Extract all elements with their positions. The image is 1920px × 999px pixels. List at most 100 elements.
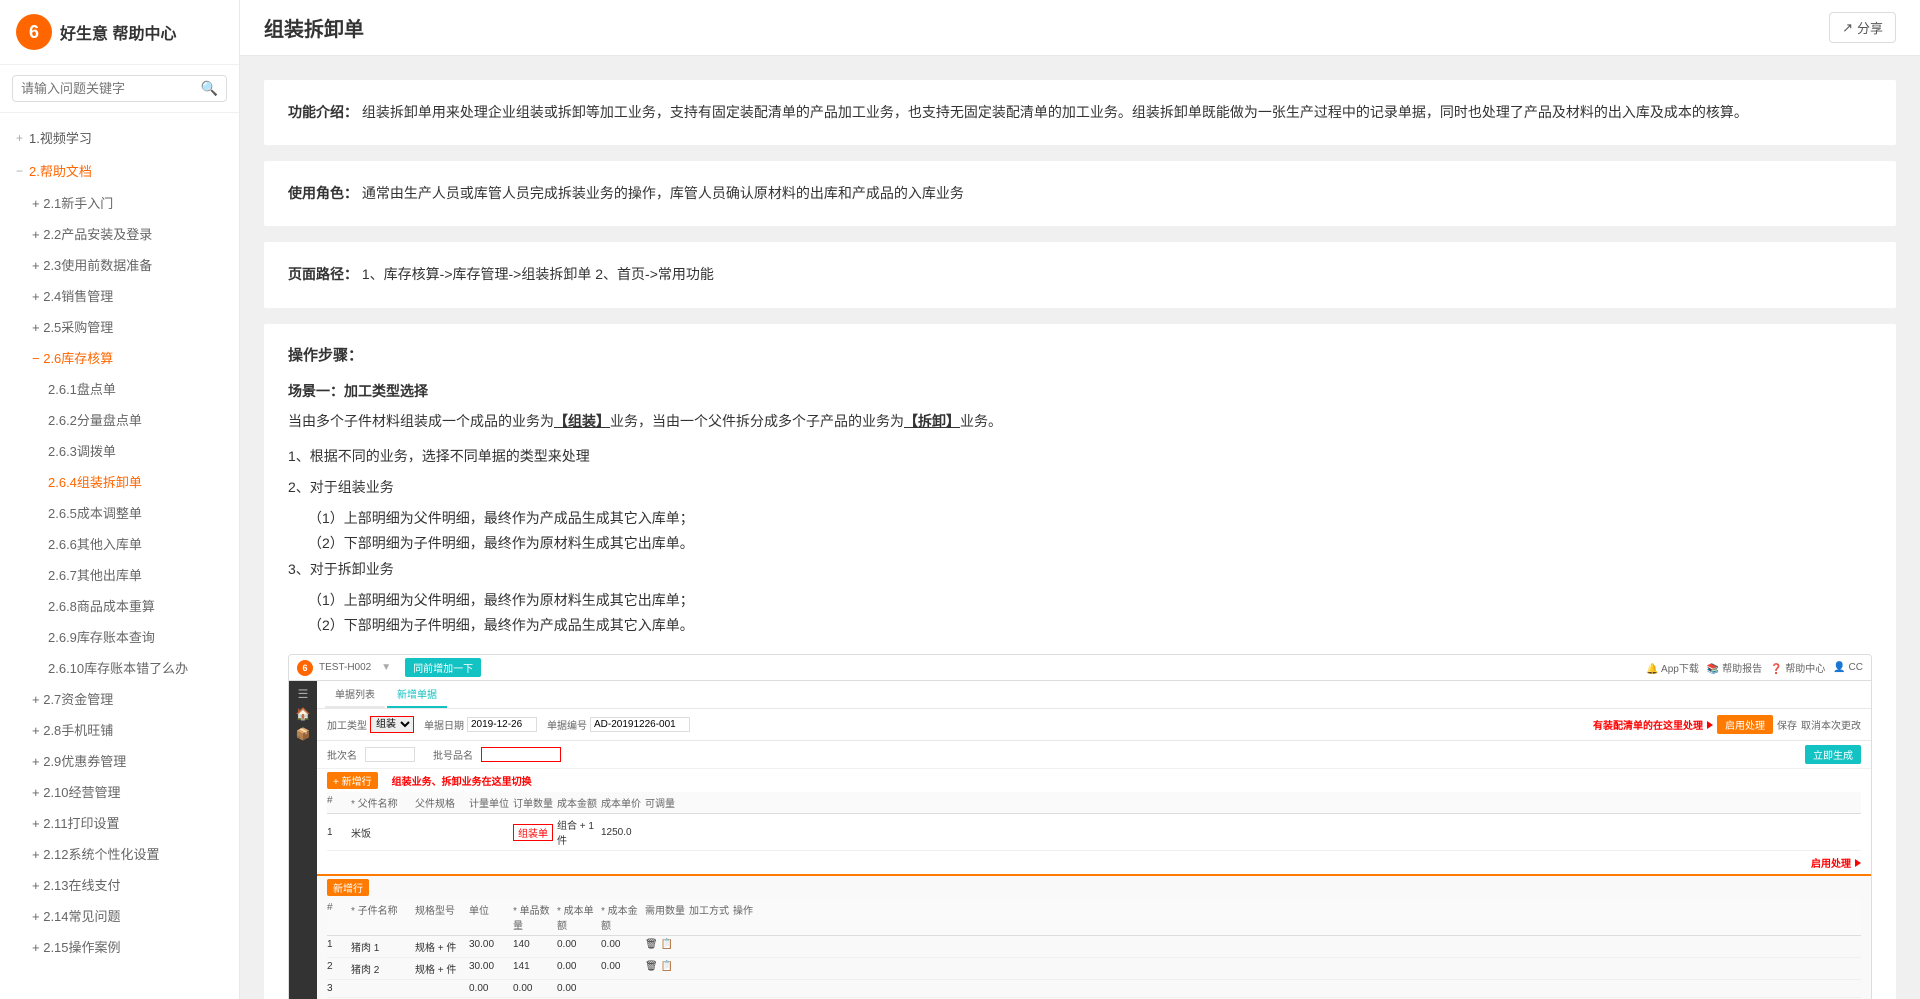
sidebar-item-partial[interactable]: 2.6.2分量盘点单 — [0, 404, 239, 435]
mock-col-name: * 父件名称 — [351, 795, 411, 810]
path-text: 1、库存核算->库存管理->组装拆卸单 2、首页->常用功能 — [362, 266, 714, 282]
sidebar-item-adjust[interactable]: 2.6.3调拨单 — [0, 435, 239, 466]
step-list: 1、根据不同的业务，选择不同单据的类型来处理 2、对于组装业务 （1）上部明细为… — [288, 444, 1872, 638]
mock-lrow1-cost: 0.00 — [601, 939, 641, 954]
sidebar-item-stocktake[interactable]: 2.6.1盘点单 — [0, 373, 239, 404]
step1: 1、根据不同的业务，选择不同单据的类型来处理 — [288, 444, 1872, 469]
mock-save-btn[interactable]: 保存 — [1777, 717, 1797, 732]
main-content: 组装拆卸单 ↗ 分享 功能介绍： 组装拆卸单用来处理企业组装或拆卸等加工业务，支… — [240, 0, 1920, 999]
annotation-assembly-label: 有装配清单的在这里处理 — [1593, 717, 1703, 732]
mock-tab-new[interactable]: 新增单据 — [387, 681, 447, 708]
step2-sub1: （1）上部明细为父件明细，最终作为产成品生成其它入库单； — [308, 506, 1872, 531]
sidebar-item-purchase[interactable]: + 2.5采购管理 — [0, 311, 239, 342]
func-intro-text: 组装拆卸单用来处理企业组装或拆卸等加工业务，支持有固定装配清单的产品加工业务，也… — [362, 104, 1748, 120]
mock-annotation-right: 有装配清单的在这里处理 启用处理 保存 取消本次更改 — [1593, 715, 1861, 734]
mock-add-row-btn[interactable]: + 新增行 — [327, 772, 378, 789]
sidebar-item-wrongacc[interactable]: 2.6.10库存账本错了么办 — [0, 652, 239, 683]
sidebar-item-cases[interactable]: + 2.15操作案例 — [0, 931, 239, 962]
mock-worker-input[interactable] — [481, 747, 561, 762]
mock-lcol-spec: 规格型号 — [415, 902, 465, 932]
sidebar-item-install[interactable]: + 2.2产品安装及登录 — [0, 218, 239, 249]
mock-body: ☰ 🏠 📦 单据列表 新增单据 — [289, 681, 1871, 999]
sidebar-item-video[interactable]: + 1.视频学习 — [0, 121, 239, 154]
mock-new-btn[interactable]: 同前增加一下 — [405, 658, 481, 677]
sidebar-item-payment[interactable]: + 2.13在线支付 — [0, 869, 239, 900]
sidebar-item-sales[interactable]: + 2.4销售管理 — [0, 280, 239, 311]
mock-lcol-diff: 加工方式 — [689, 902, 729, 932]
mock-lrow1-actual: 0.00 — [557, 939, 597, 954]
mock-id-label: 单据编号 — [547, 717, 587, 732]
sidebar-item-newcomer[interactable]: + 2.1新手入门 — [0, 187, 239, 218]
mock-lower-table-header: # * 子件名称 规格型号 单位 * 单品数量 * 成本单额 * 成本金额 需用… — [327, 899, 1861, 936]
sidebar-item-assembly[interactable]: 2.6.4组装拆卸单 — [0, 466, 239, 497]
sidebar-item-print[interactable]: + 2.11打印设置 — [0, 807, 239, 838]
sidebar-item-finance[interactable]: + 2.7资金管理 — [0, 683, 239, 714]
mock-lrow2-qty: 141 — [513, 961, 553, 976]
mock-process-btn[interactable]: 启用处理 — [1717, 715, 1773, 734]
share-button[interactable]: ↗ 分享 — [1829, 12, 1896, 43]
step3: 3、对于拆卸业务 — [288, 557, 1872, 582]
search-icon[interactable]: 🔍 — [201, 80, 218, 97]
mock-lcol-actual: * 成本单额 — [557, 902, 597, 932]
step3-sub1: （1）上部明细为父件明细，最终作为原材料生成其它出库单； — [308, 588, 1872, 613]
mock-lrow1-no: 1 — [327, 939, 347, 954]
mock-lrow2-cost: 0.00 — [601, 961, 641, 976]
sidebar-item-mobile[interactable]: + 2.8手机旺铺 — [0, 714, 239, 745]
mock-qty-label: 批次名 — [327, 747, 357, 762]
search-area: 🔍 — [0, 65, 239, 113]
mock-lrow3-spec — [415, 983, 465, 994]
mock-lrow-1: 1 猪肉 1 规格 + 件 30.00 140 0.00 0.00 🗑 📋 — [327, 936, 1861, 958]
mock-add-row-btn2[interactable]: 新增行 — [327, 879, 369, 896]
mock-id-input[interactable] — [590, 717, 690, 732]
sidebar-item-coupon[interactable]: + 2.9优惠券管理 — [0, 745, 239, 776]
sidebar-item-data[interactable]: + 2.3使用前数据准备 — [0, 249, 239, 280]
mock-qty-input[interactable] — [365, 747, 415, 762]
sidebar-item-faq[interactable]: + 2.14常见问题 — [0, 900, 239, 931]
mock-lrow2-no: 2 — [327, 961, 347, 976]
sidebar-item-docs[interactable]: − 2.帮助文档 — [0, 154, 239, 187]
mock-lrow-2: 2 猪肉 2 规格 + 件 30.00 141 0.00 0.00 🗑 📋 — [327, 958, 1861, 980]
sidebar-item-ledger[interactable]: 2.6.9库存账本查询 — [0, 621, 239, 652]
mock-col-cost: 成本单价 — [601, 795, 641, 810]
annotation-biz-type: 组装业务、拆卸业务在这里切换 — [392, 773, 532, 788]
logo-area: 6 好生意 帮助中心 — [0, 0, 239, 65]
sidebar-item-settings[interactable]: + 2.12系统个性化设置 — [0, 838, 239, 869]
mock-worker-label: 批号品名 — [433, 747, 473, 762]
share-label: 分享 — [1857, 18, 1883, 37]
mock-tabs: 单据列表 新增单据 — [317, 681, 1871, 709]
mock-upper-table: # * 父件名称 父件规格 计量单位 订单数量 成本金额 成本单价 可调量 — [317, 792, 1871, 851]
sidebar-item-inventory[interactable]: − 2.6库存核算 — [0, 342, 239, 373]
mock-date-label: 单据日期 — [424, 717, 464, 732]
sidebar-item-costadj[interactable]: 2.6.5成本调整单 — [0, 497, 239, 528]
mock-lower-section: 新增行 # * 子件名称 规格型号 单位 * 单品数量 * 成本单额 * 成本 — [317, 874, 1871, 999]
sidebar-item-stockout[interactable]: 2.6.7其他出库单 — [0, 559, 239, 590]
mock-lrow2-name: 猪肉 2 — [351, 961, 411, 976]
mock-confirm-btn[interactable]: 立即生成 — [1805, 745, 1861, 764]
mock-lrow2-unit: 30.00 — [469, 961, 509, 976]
sidebar-item-ops[interactable]: + 2.10经营管理 — [0, 776, 239, 807]
mock-col-action — [689, 795, 1861, 810]
role-card: 使用角色： 通常由生产人员或库管人员完成拆装业务的操作，库管人员确认原材料的出库… — [264, 161, 1896, 226]
search-box[interactable]: 🔍 — [12, 75, 227, 102]
sidebar: 6 好生意 帮助中心 🔍 + 1.视频学习 − 2.帮助文档 + 2.1新手入门… — [0, 0, 240, 999]
mock-date-input[interactable] — [467, 717, 537, 732]
expand-icon: + — [16, 131, 23, 145]
mock-id-field: 单据编号 — [547, 717, 690, 732]
mock-row1-qty: 组装单 — [513, 824, 553, 841]
sidebar-item-label: 2.帮助文档 — [29, 161, 92, 180]
role-text: 通常由生产人员或库管人员完成拆装业务的操作，库管人员确认原材料的出库和产成品的入… — [362, 185, 964, 201]
sidebar-item-label: 1.视频学习 — [29, 128, 92, 147]
mock-cancel-btn[interactable]: 取消本次更改 — [1801, 717, 1861, 732]
mock-lrow2-spec: 规格 + 件 — [415, 961, 465, 976]
mock-tab-list[interactable]: 单据列表 — [325, 681, 385, 708]
step2-sub2: （2）下部明细为子件明细，最终作为原材料生成其它出库单。 — [308, 531, 1872, 556]
sidebar-item-costcalc[interactable]: 2.6.8商品成本重算 — [0, 590, 239, 621]
mock-row1-plan: 组合 + 1件 — [557, 817, 597, 847]
screenshot-container: 6 TEST-H002 ▼ 同前增加一下 🔔 App下载 📚 帮助报告 ❓ 帮助… — [288, 654, 1872, 999]
mock-type-select[interactable]: 组装 拆卸 — [370, 716, 414, 733]
share-icon: ↗ — [1842, 20, 1853, 36]
search-input[interactable] — [21, 81, 201, 96]
mock-sidebar-icon1: ☰ — [298, 687, 309, 701]
mock-lcol-no: # — [327, 902, 347, 932]
sidebar-item-stockin[interactable]: 2.6.6其他入库单 — [0, 528, 239, 559]
